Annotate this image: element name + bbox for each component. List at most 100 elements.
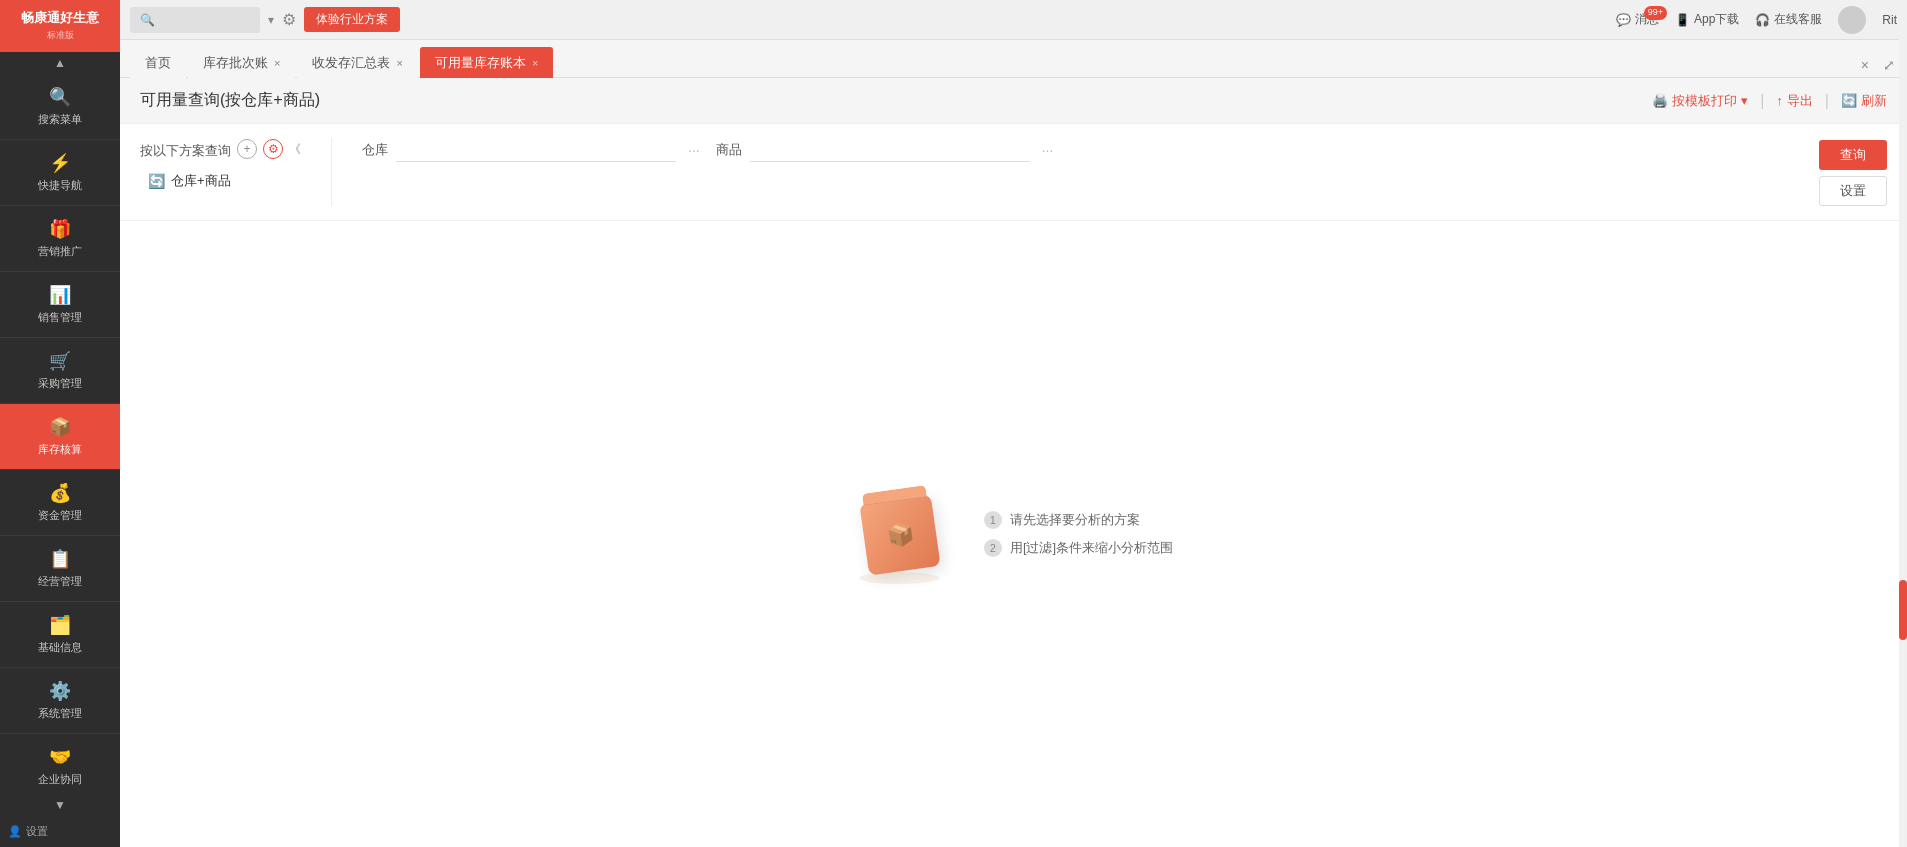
tab-available-close-icon[interactable]: × bbox=[532, 57, 538, 69]
sidebar-item-label-enterprise: 企业协同 bbox=[38, 772, 82, 787]
tab-home-label: 首页 bbox=[145, 54, 171, 72]
sidebar-bottom-label: 设置 bbox=[26, 824, 48, 839]
customer-service-label: 在线客服 bbox=[1774, 11, 1822, 28]
hint-2-text: 用[过滤]条件来缩小分析范围 bbox=[1010, 539, 1173, 557]
add-scheme-button[interactable]: + bbox=[237, 139, 257, 159]
tab-summary-label: 收发存汇总表 bbox=[312, 54, 390, 72]
enterprise-icon: 🤝 bbox=[49, 746, 71, 768]
empty-state-hint-2: 2 用[过滤]条件来缩小分析范围 bbox=[984, 539, 1173, 557]
marketing-icon: 🎁 bbox=[49, 218, 71, 240]
filter-divider bbox=[331, 138, 332, 206]
sidebar-item-enterprise[interactable]: 🤝 企业协同 bbox=[0, 734, 120, 794]
tab-available[interactable]: 可用量库存账本 × bbox=[420, 47, 553, 78]
refresh-icon: 🔄 bbox=[1841, 93, 1857, 108]
operation-icon: 📋 bbox=[49, 548, 71, 570]
sidebar-header: 畅康通好生意 标准版 bbox=[0, 0, 120, 52]
empty-state-hints: 1 请先选择要分析的方案 2 用[过滤]条件来缩小分析范围 bbox=[984, 511, 1173, 557]
filter-field-product: 商品 ··· bbox=[716, 138, 1054, 162]
collapse-button[interactable]: 《 bbox=[289, 141, 301, 158]
main-area: 🔍 ▾ ⚙ 体验行业方案 💬 消息 99+ 📱 App下载 🎧 在线客服 Rit bbox=[120, 0, 1907, 847]
sidebar-item-operation[interactable]: 📋 经营管理 bbox=[0, 536, 120, 602]
warehouse-input[interactable] bbox=[396, 138, 676, 162]
sidebar-scroll-up[interactable]: ▲ bbox=[0, 52, 120, 74]
search-input[interactable]: 🔍 bbox=[130, 7, 260, 33]
tab-batch-close-icon[interactable]: × bbox=[274, 57, 280, 69]
query-button[interactable]: 查询 bbox=[1819, 140, 1887, 170]
right-scrollbar-thumb[interactable] bbox=[1899, 580, 1907, 640]
app-download-button[interactable]: 📱 App下载 bbox=[1675, 11, 1739, 28]
sidebar-item-label-inventory: 库存核算 bbox=[38, 442, 82, 457]
sidebar-item-purchase[interactable]: 🛒 采购管理 bbox=[0, 338, 120, 404]
export-icon: ↑ bbox=[1776, 93, 1783, 108]
print-icon: 🖨️ bbox=[1652, 93, 1668, 108]
app-download-label: App下载 bbox=[1694, 11, 1739, 28]
sidebar-item-label-finance: 资金管理 bbox=[38, 508, 82, 523]
refresh-button[interactable]: 🔄 刷新 bbox=[1841, 92, 1887, 110]
sidebar-item-sales[interactable]: 📊 销售管理 bbox=[0, 272, 120, 338]
app-icon: 📱 bbox=[1675, 13, 1690, 27]
refresh-label: 刷新 bbox=[1861, 92, 1887, 110]
customer-service-button[interactable]: 🎧 在线客服 bbox=[1755, 11, 1822, 28]
sidebar-bottom[interactable]: 👤 设置 bbox=[0, 816, 120, 847]
warehouse-field-label: 仓库 bbox=[362, 141, 388, 159]
tab-summary[interactable]: 收发存汇总表 × bbox=[297, 47, 417, 78]
scheme-item-label: 仓库+商品 bbox=[171, 172, 231, 190]
sidebar-item-system[interactable]: ⚙️ 系统管理 bbox=[0, 668, 120, 734]
print-chevron-icon: ▾ bbox=[1741, 93, 1748, 108]
industry-solution-button[interactable]: 体验行业方案 bbox=[304, 7, 400, 32]
tab-home[interactable]: 首页 bbox=[130, 47, 186, 78]
sidebar-badge: 标准版 bbox=[47, 29, 74, 42]
sidebar-item-label-sales: 销售管理 bbox=[38, 310, 82, 325]
sidebar-item-finance[interactable]: 💰 资金管理 bbox=[0, 470, 120, 536]
filter-field-warehouse: 仓库 ··· bbox=[362, 138, 700, 162]
export-button[interactable]: ↑ 导出 bbox=[1776, 92, 1813, 110]
sidebar-item-shortcut[interactable]: ⚡ 快捷导航 bbox=[0, 140, 120, 206]
sidebar: 畅康通好生意 标准版 ▲ 🔍 搜索菜单 ⚡ 快捷导航 🎁 营销推广 📊 销售管理… bbox=[0, 0, 120, 847]
shortcut-icon: ⚡ bbox=[49, 152, 71, 174]
tab-bar: 首页 库存批次账 × 收发存汇总表 × 可用量库存账本 × × ⤢ bbox=[120, 40, 1907, 78]
scheme-item-warehouse-product[interactable]: 🔄 仓库+商品 bbox=[140, 168, 301, 194]
filter-label: 按以下方案查询 bbox=[140, 138, 231, 160]
hint-1-text: 请先选择要分析的方案 bbox=[1010, 511, 1140, 529]
right-scrollbar[interactable] bbox=[1899, 0, 1907, 847]
hint-1-num: 1 bbox=[984, 511, 1002, 529]
sidebar-brand: 畅康通好生意 bbox=[21, 10, 99, 27]
sidebar-nav: 🔍 搜索菜单 ⚡ 快捷导航 🎁 营销推广 📊 销售管理 🛒 采购管理 📦 库存核… bbox=[0, 74, 120, 794]
product-input[interactable] bbox=[750, 138, 1030, 162]
avatar[interactable] bbox=[1838, 6, 1866, 34]
tab-summary-close-icon[interactable]: × bbox=[396, 57, 402, 69]
sidebar-item-marketing[interactable]: 🎁 营销推广 bbox=[0, 206, 120, 272]
print-button[interactable]: 🖨️ 按模板打印 ▾ bbox=[1652, 92, 1748, 110]
scheme-item-icon: 🔄 bbox=[148, 173, 165, 189]
message-button[interactable]: 💬 消息 99+ bbox=[1616, 11, 1659, 28]
user-name: Rit bbox=[1882, 13, 1897, 27]
gear-icon[interactable]: ⚙ bbox=[282, 10, 296, 29]
tab-expand-button[interactable]: ⤢ bbox=[1879, 53, 1899, 77]
sidebar-bottom-icon: 👤 bbox=[8, 825, 22, 838]
sidebar-scroll-down[interactable]: ▼ bbox=[0, 794, 120, 816]
tab-batch-label: 库存批次账 bbox=[203, 54, 268, 72]
filter-row-1: 仓库 ··· 商品 ··· bbox=[362, 138, 1799, 162]
settings-button[interactable]: 设置 bbox=[1819, 176, 1887, 206]
scheme-header: 按以下方案查询 + ⚙ 《 bbox=[140, 138, 301, 160]
dropdown-chevron-icon[interactable]: ▾ bbox=[268, 13, 274, 27]
warehouse-dots-icon[interactable]: ··· bbox=[688, 142, 700, 158]
tab-batch[interactable]: 库存批次账 × bbox=[188, 47, 295, 78]
scheme-panel: 按以下方案查询 + ⚙ 《 🔄 仓库+商品 bbox=[140, 138, 301, 194]
sidebar-item-basic[interactable]: 🗂️ 基础信息 bbox=[0, 602, 120, 668]
sidebar-item-label-shortcut: 快捷导航 bbox=[38, 178, 82, 193]
sidebar-item-inventory[interactable]: 📦 库存核算 bbox=[0, 404, 120, 470]
tab-close-button[interactable]: × bbox=[1857, 53, 1873, 77]
sidebar-item-label-basic: 基础信息 bbox=[38, 640, 82, 655]
basic-icon: 🗂️ bbox=[49, 614, 71, 636]
product-field-label: 商品 bbox=[716, 141, 742, 159]
product-dots-icon[interactable]: ··· bbox=[1042, 142, 1054, 158]
separator-1: | bbox=[1760, 92, 1764, 110]
export-label: 导出 bbox=[1787, 92, 1813, 110]
sidebar-item-search[interactable]: 🔍 搜索菜单 bbox=[0, 74, 120, 140]
empty-state-illustration: 📦 bbox=[854, 484, 954, 584]
page-title: 可用量查询(按仓库+商品) bbox=[140, 90, 320, 111]
scheme-settings-button[interactable]: ⚙ bbox=[263, 139, 283, 159]
top-bar: 🔍 ▾ ⚙ 体验行业方案 💬 消息 99+ 📱 App下载 🎧 在线客服 Rit bbox=[120, 0, 1907, 40]
separator-2: | bbox=[1825, 92, 1829, 110]
